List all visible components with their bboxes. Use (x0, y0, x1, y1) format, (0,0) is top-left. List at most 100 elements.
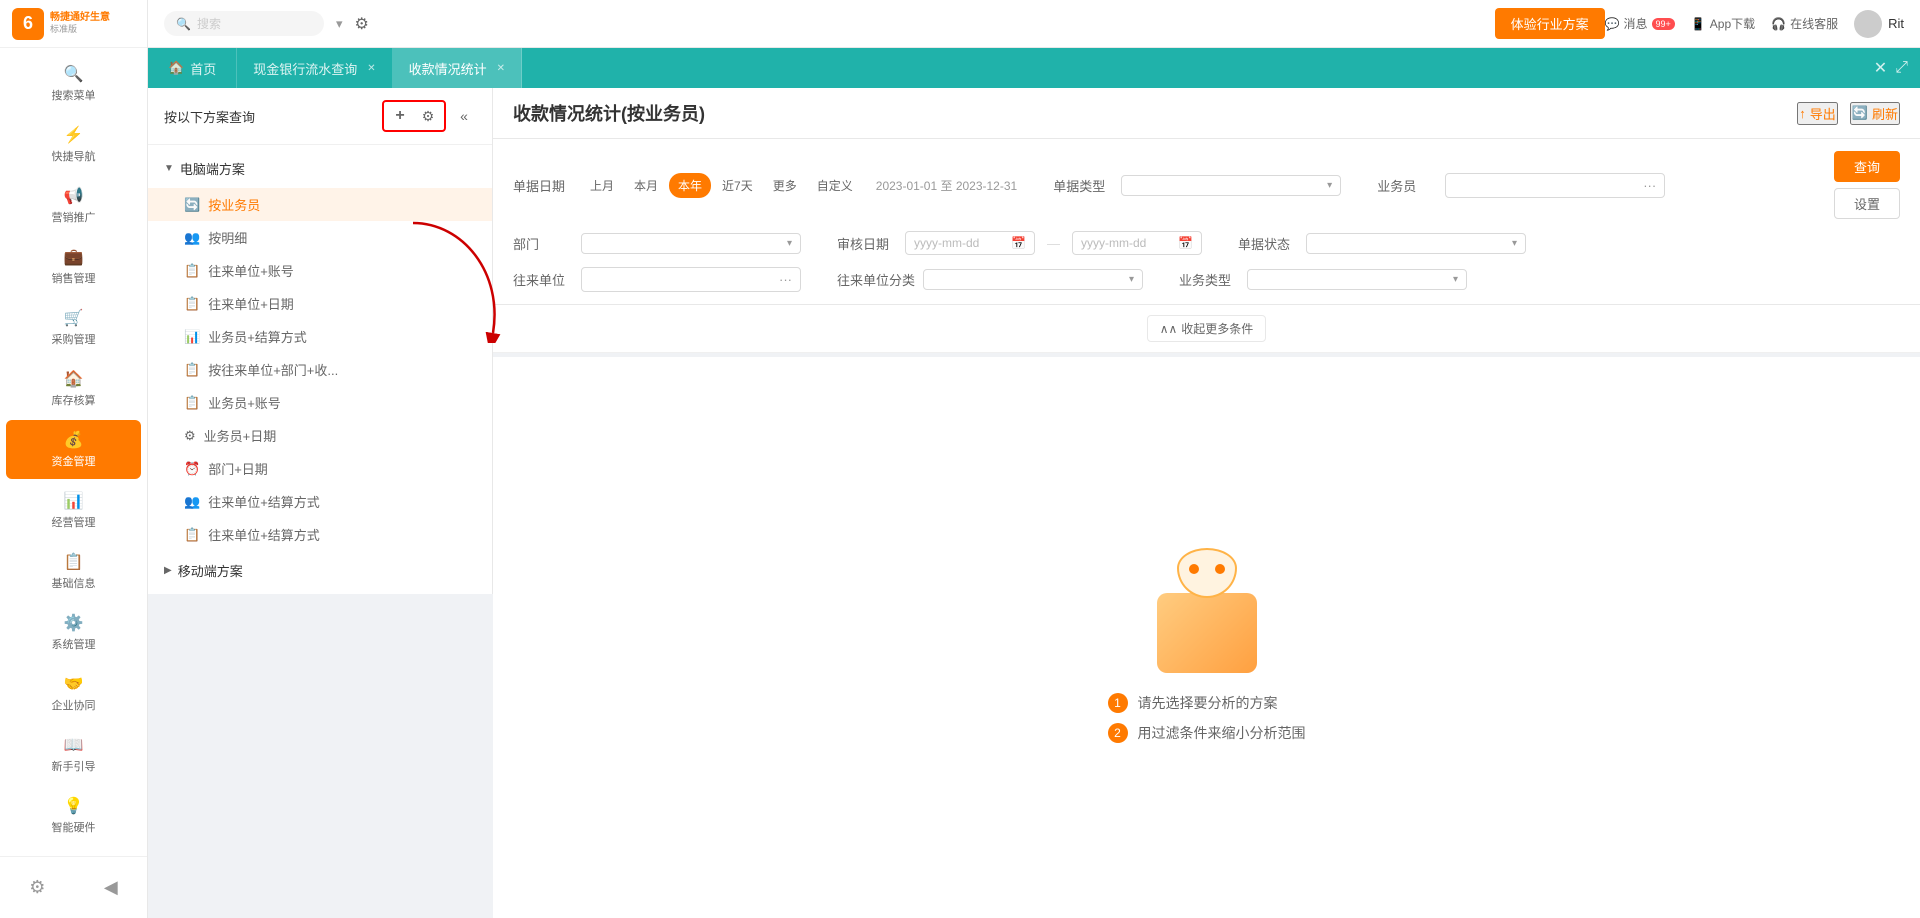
tree-group-mobile[interactable]: ▶ 移动端方案 (148, 555, 492, 586)
review-date-end-input[interactable]: yyyy-mm-dd 📅 (1072, 231, 1202, 255)
tab-close-window-btn[interactable]: ✕ (1874, 58, 1887, 78)
step-1-text: 请先选择要分析的方案 (1138, 693, 1278, 713)
topbar-search[interactable]: 🔍 搜索 (164, 11, 324, 36)
inventory-icon: 🏠 (64, 369, 84, 389)
tree-group-arrow-mobile: ▶ (164, 565, 172, 576)
sidebar-item-wechat[interactable]: 💬 企业微信 (6, 847, 141, 856)
tab-maximize-btn[interactable]: ⤢ (1895, 59, 1908, 77)
search-icon: 🔍 (64, 64, 84, 84)
tab-collection-stats[interactable]: 收款情况统计 ✕ (393, 48, 522, 88)
left-panel-actions: + ⚙ « (382, 100, 476, 132)
messages-btn[interactable]: 💬 消息 99+ (1605, 15, 1675, 32)
review-date-start-input[interactable]: yyyy-mm-dd 📅 (905, 231, 1035, 255)
left-panel: 按以下方案查询 + ⚙ « (148, 88, 493, 594)
date-tag-this-month[interactable]: 本月 (625, 173, 667, 198)
app-download-btn[interactable]: 📱 App下载 (1691, 15, 1755, 32)
review-date-filter-item: 审核日期 yyyy-mm-dd 📅 — yyyy-mm-dd 📅 (837, 231, 1202, 255)
partner-category-select[interactable]: ▾ (923, 269, 1143, 290)
tree-group-desktop[interactable]: ▼ 电脑端方案 (148, 153, 492, 184)
tree-item-salesperson-settlement[interactable]: 📊 业务员+结算方式 (148, 320, 492, 353)
tab-home[interactable]: 🏠 首页 (148, 48, 237, 88)
tree-item-by-detail[interactable]: 👥 按明细 (148, 221, 492, 254)
illustration-face (1177, 548, 1237, 598)
add-scheme-btn[interactable]: + (388, 104, 412, 128)
date-tag-custom[interactable]: 自定义 (808, 173, 862, 198)
tree-item-partner-account[interactable]: 📋 往来单位+账号 (148, 254, 492, 287)
sidebar-item-inventory[interactable]: 🏠 库存核算 (6, 359, 141, 418)
sidebar-bottom: ⚙ ◀ (0, 856, 147, 918)
step-1-num: 1 (1108, 693, 1128, 713)
tree-item-salesperson-date[interactable]: ⚙ 业务员+日期 (148, 419, 492, 452)
date-tag-last-month[interactable]: 上月 (581, 173, 623, 198)
date-tag-more[interactable]: 更多 (764, 173, 806, 198)
guide-icon: 📖 (64, 735, 84, 755)
collapse-more-btn[interactable]: ∧∧ 收起更多条件 (1147, 315, 1267, 342)
logo-icon: 6 (12, 8, 44, 40)
partner-category-arrow-icon: ▾ (1129, 274, 1134, 285)
sidebar-item-enterprise[interactable]: 🤝 企业协同 (6, 664, 141, 723)
sidebar-item-system[interactable]: ⚙️ 系统管理 (6, 603, 141, 662)
export-btn[interactable]: ↑ 导出 (1797, 102, 1838, 125)
tab-right-buttons: ✕ ⤢ (1862, 58, 1920, 78)
sidebar-settings-btn[interactable]: ⚙ (21, 869, 53, 906)
online-service-btn[interactable]: 🎧 在线客服 (1771, 15, 1838, 32)
topbar-gear-icon[interactable]: ⚙ (355, 14, 369, 34)
doc-type-select[interactable]: ▾ (1121, 175, 1341, 196)
dept-filter-item: 部门 ▾ (513, 233, 801, 254)
sidebar-item-quicknav[interactable]: ⚡ 快捷导航 (6, 115, 141, 174)
business-type-filter-item: 业务类型 ▾ (1179, 269, 1467, 290)
page-title: 收款情况统计(按业务员) (513, 100, 705, 126)
empty-illustration (1127, 533, 1287, 673)
sidebar-item-finance[interactable]: 💰 资金管理 (6, 420, 141, 479)
sidebar-item-baseinfo[interactable]: 📋 基础信息 (6, 542, 141, 601)
topbar-dropdown-icon[interactable]: ▾ (336, 16, 343, 32)
tree-item-salesperson-account[interactable]: 📋 业务员+账号 (148, 386, 492, 419)
tree-item-by-salesperson[interactable]: 🔄 按业务员 (148, 188, 492, 221)
tab-bank-flow-close[interactable]: ✕ (367, 63, 375, 74)
salesperson-select[interactable]: ··· (1445, 173, 1665, 198)
sidebar-item-hardware[interactable]: 💡 智能硬件 (6, 786, 141, 845)
page-header: 收款情况统计(按业务员) ↑ 导出 🔄 刷新 (493, 88, 1920, 139)
doc-status-arrow-icon: ▾ (1512, 238, 1517, 249)
dept-select[interactable]: ▾ (581, 233, 801, 254)
date-tag-this-year[interactable]: 本年 (669, 173, 711, 198)
sidebar-item-sales[interactable]: 💼 销售管理 (6, 237, 141, 296)
tree-item-partner-settlement2[interactable]: 📋 往来单位+结算方式 (148, 518, 492, 551)
date-separator: — (1047, 236, 1060, 251)
sidebar-item-purchase[interactable]: 🛒 采购管理 (6, 298, 141, 357)
query-btn[interactable]: 查询 (1834, 151, 1900, 182)
filter-settings-btn[interactable]: 设置 (1834, 188, 1900, 219)
partner-select[interactable]: ··· (581, 267, 801, 292)
business-type-select[interactable]: ▾ (1247, 269, 1467, 290)
scheme-settings-btn[interactable]: ⚙ (416, 104, 440, 128)
panel-collapse-btn[interactable]: « (452, 104, 476, 128)
user-avatar-area[interactable]: Rit (1854, 10, 1904, 38)
partner-account-icon: 📋 (184, 263, 200, 279)
tree-item-partner-date[interactable]: 📋 往来单位+日期 (148, 287, 492, 320)
sidebar-item-guide[interactable]: 📖 新手引导 (6, 725, 141, 784)
refresh-btn[interactable]: 🔄 刷新 (1850, 102, 1900, 125)
tree-group-arrow-desktop: ▼ (164, 163, 174, 174)
finance-icon: 💰 (64, 430, 84, 450)
empty-step-2: 2 用过滤条件来缩小分析范围 (1108, 723, 1306, 743)
date-tag-7days[interactable]: 近7天 (713, 173, 762, 198)
doc-status-select[interactable]: ▾ (1306, 233, 1526, 254)
tree-item-partner-dept-collect[interactable]: 📋 按往来单位+部门+收... (148, 353, 492, 386)
doc-status-filter-item: 单据状态 ▾ (1238, 233, 1526, 254)
empty-steps: 1 请先选择要分析的方案 2 用过滤条件来缩小分析范围 (1108, 693, 1306, 743)
sidebar-item-search[interactable]: 🔍 搜索菜单 (6, 54, 141, 113)
avatar (1854, 10, 1882, 38)
sidebar-item-marketing[interactable]: 📢 营销推广 (6, 176, 141, 235)
tab-bar: 🏠 首页 现金银行流水查询 ✕ 收款情况统计 ✕ ✕ ⤢ (148, 48, 1920, 88)
empty-step-1: 1 请先选择要分析的方案 (1108, 693, 1306, 713)
industry-solution-btn[interactable]: 体验行业方案 (1495, 8, 1605, 39)
sidebar-item-operations[interactable]: 📊 经营管理 (6, 481, 141, 540)
sidebar-collapse-btn[interactable]: ◀ (96, 869, 126, 906)
tree-item-partner-settlement1[interactable]: 👥 往来单位+结算方式 (148, 485, 492, 518)
tree-item-dept-date[interactable]: ⏰ 部门+日期 (148, 452, 492, 485)
partner-settlement2-icon: 📋 (184, 527, 200, 543)
tab-collection-stats-close[interactable]: ✕ (497, 63, 505, 74)
sales-icon: 💼 (64, 247, 84, 267)
baseinfo-icon: 📋 (64, 552, 84, 572)
tab-bank-flow[interactable]: 现金银行流水查询 ✕ (237, 48, 392, 88)
